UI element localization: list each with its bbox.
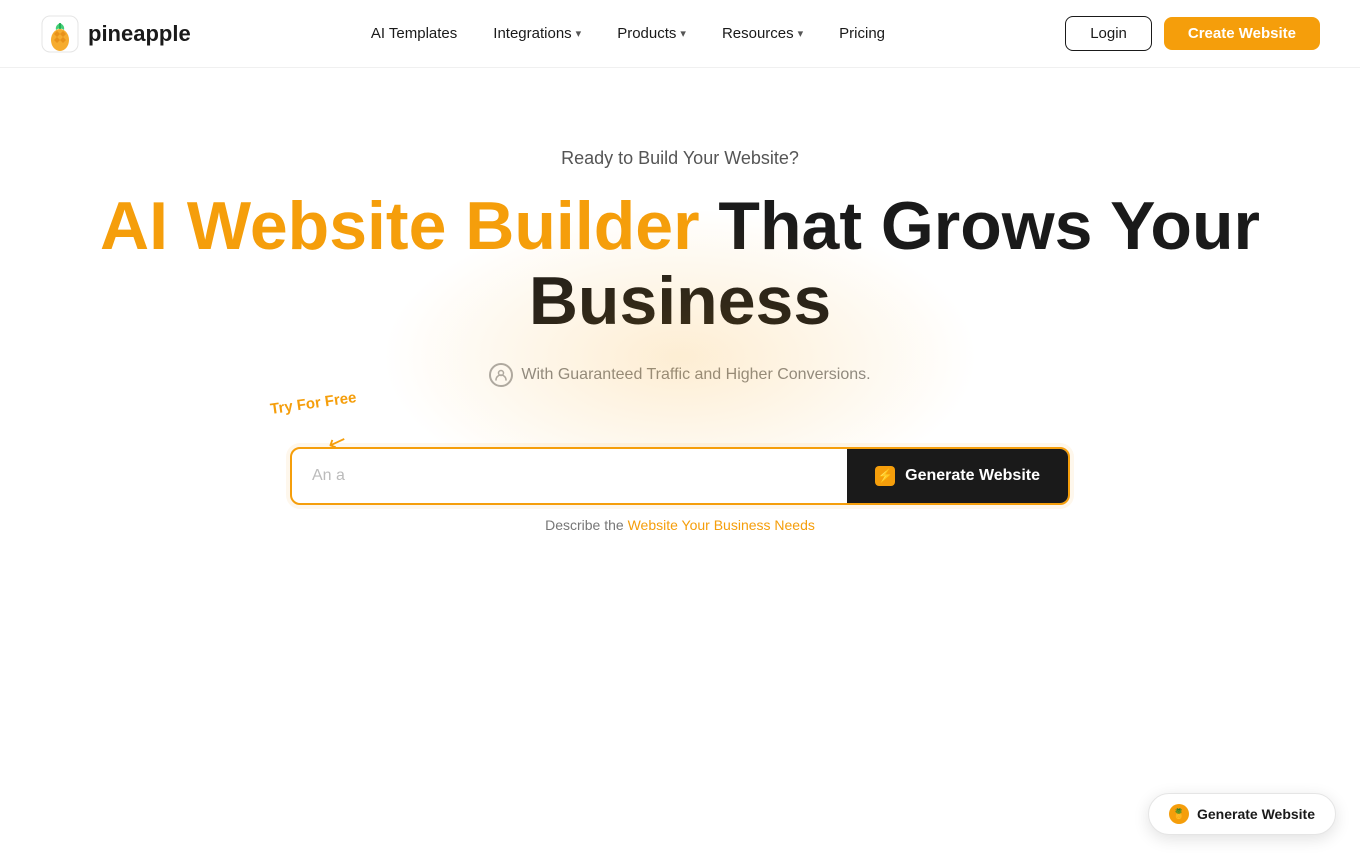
chevron-down-icon: ▾ <box>798 27 804 40</box>
input-hint-highlight: Website Your Business Needs <box>628 517 815 533</box>
input-hint: Describe the Website Your Business Needs <box>545 517 815 533</box>
hero-subtitle: Ready to Build Your Website? <box>561 148 799 169</box>
chevron-down-icon: ▾ <box>576 27 582 40</box>
nav-item-resources[interactable]: Resources ▾ <box>706 17 819 50</box>
badge-icon <box>489 363 513 387</box>
input-row: ⚡ Generate Website <box>290 447 1070 505</box>
nav-item-pricing[interactable]: Pricing <box>823 17 901 50</box>
hero-title: AI Website Builder That Grows Your Busin… <box>40 189 1320 339</box>
logo[interactable]: pineapple <box>40 14 191 54</box>
logo-text: pineapple <box>88 21 191 47</box>
website-description-input[interactable] <box>292 449 847 503</box>
logo-icon <box>40 14 80 54</box>
nav-item-integrations[interactable]: Integrations ▾ <box>477 17 597 50</box>
try-for-free-label: Try For Free <box>269 389 357 418</box>
nav-item-products[interactable]: Products ▾ <box>601 17 702 50</box>
floating-btn-icon: 🍍 <box>1169 804 1189 824</box>
chevron-down-icon: ▾ <box>680 27 686 40</box>
hero-title-orange: AI Website Builder <box>100 188 700 264</box>
hero-badge: With Guaranteed Traffic and Higher Conve… <box>489 363 870 387</box>
hero-section: Ready to Build Your Website? AI Website … <box>0 68 1360 593</box>
input-section: Try For Free ↙ ⚡ Generate Website Descri… <box>290 447 1070 533</box>
navbar: pineapple AI Templates Integrations ▾ Pr… <box>0 0 1360 68</box>
hero-badge-text: With Guaranteed Traffic and Higher Conve… <box>521 366 870 384</box>
create-website-button[interactable]: Create Website <box>1164 17 1320 50</box>
login-button[interactable]: Login <box>1065 16 1152 51</box>
floating-generate-button[interactable]: 🍍 Generate Website <box>1148 793 1336 835</box>
generate-website-button[interactable]: ⚡ Generate Website <box>847 449 1068 503</box>
nav-item-ai-templates[interactable]: AI Templates <box>355 17 473 50</box>
nav-actions: Login Create Website <box>1065 16 1320 51</box>
nav-links: AI Templates Integrations ▾ Products ▾ R… <box>355 17 901 50</box>
bolt-icon: ⚡ <box>875 466 895 486</box>
